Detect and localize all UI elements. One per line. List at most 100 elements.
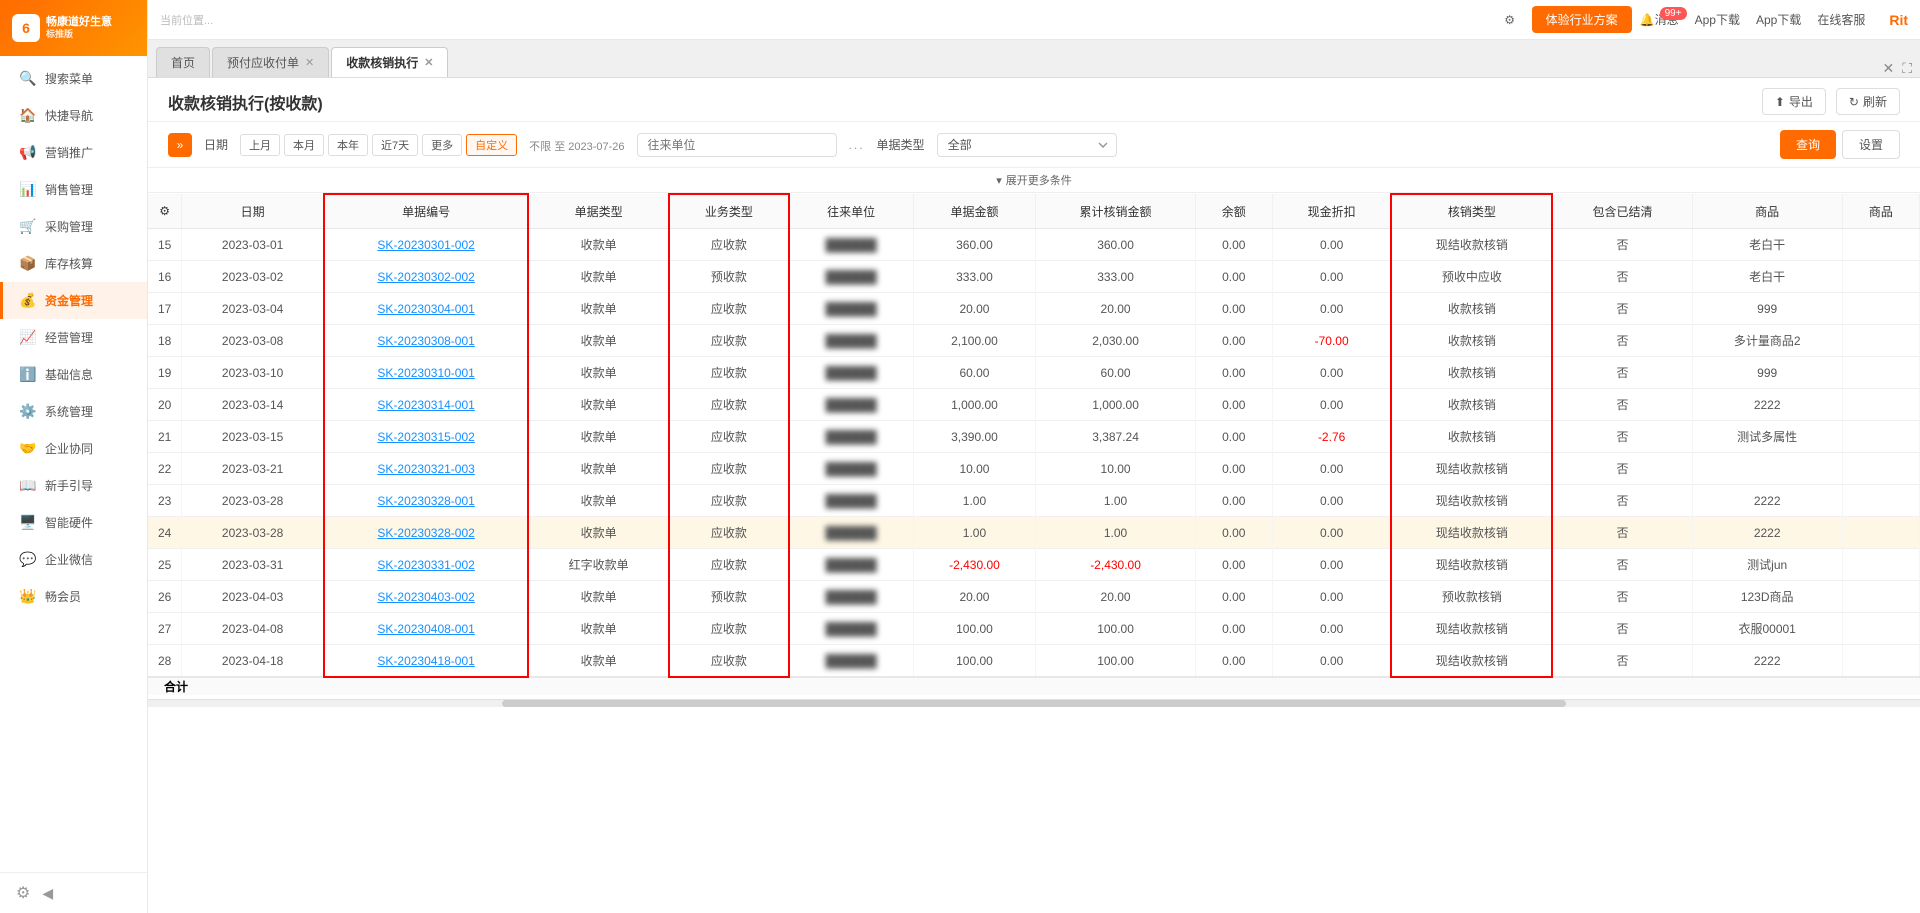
- partner-filter-input[interactable]: [637, 133, 837, 157]
- messages-badge[interactable]: 🔔 消息 99+: [1640, 11, 1679, 28]
- cell-doc-no[interactable]: SK-20230315-002: [324, 421, 529, 453]
- cell-doc-no[interactable]: SK-20230403-002: [324, 581, 529, 613]
- sidebar-item-企业协同[interactable]: 🤝企业协同: [0, 430, 147, 467]
- date-custom-button[interactable]: 自定义: [466, 134, 517, 156]
- cell-doc-no[interactable]: SK-20230408-001: [324, 613, 529, 645]
- cell-doc-no[interactable]: SK-20230314-001: [324, 389, 529, 421]
- date-last-month-button[interactable]: 上月: [240, 134, 280, 156]
- app-download-link[interactable]: App下载: [1695, 11, 1740, 28]
- sidebar-item-icon: 🔍: [19, 70, 37, 87]
- cell-date: 2023-04-08: [182, 613, 324, 645]
- cell-cash-discount: 0.00: [1272, 517, 1391, 549]
- cell-balance: 0.00: [1195, 453, 1272, 485]
- sidebar-item-库存核算[interactable]: 📦库存核算: [0, 245, 147, 282]
- settings-icon[interactable]: ⚙: [16, 883, 30, 903]
- app-download-text[interactable]: App下载: [1756, 11, 1801, 28]
- cell-date: 2023-03-10: [182, 357, 324, 389]
- sidebar-item-快捷导航[interactable]: 🏠快捷导航: [0, 97, 147, 134]
- cell-write-off-type: 现结收款核销: [1391, 645, 1552, 678]
- sidebar-item-新手引导[interactable]: 📖新手引导: [0, 467, 147, 504]
- tab-close-icon[interactable]: ✕: [305, 56, 314, 69]
- sidebar-item-营销推广[interactable]: 📢营销推广: [0, 134, 147, 171]
- table-row[interactable]: 212023-03-15SK-20230315-002收款单应收款██████3…: [148, 421, 1920, 453]
- cell-doc-no[interactable]: SK-20230308-001: [324, 325, 529, 357]
- table-row[interactable]: 172023-03-04SK-20230304-001收款单应收款██████2…: [148, 293, 1920, 325]
- table-row[interactable]: 222023-03-21SK-20230321-003收款单应收款██████1…: [148, 453, 1920, 485]
- receipt-type-select[interactable]: 全部: [937, 133, 1117, 157]
- cell-total-write-off: 10.00: [1036, 453, 1195, 485]
- table-row[interactable]: 242023-03-28SK-20230328-002收款单应收款██████1…: [148, 517, 1920, 549]
- tab-预付应收付单[interactable]: 预付应收付单✕: [212, 47, 329, 77]
- filter-settings-button[interactable]: 设置: [1842, 130, 1900, 159]
- table-row[interactable]: 262023-04-03SK-20230403-002收款单预收款██████2…: [148, 581, 1920, 613]
- cell-product1: 测试jun: [1692, 549, 1842, 581]
- export-button[interactable]: ⬆ 导出: [1762, 88, 1826, 115]
- collapse-icon[interactable]: ◀: [42, 885, 53, 902]
- col-doc-type: 单据类型: [528, 194, 668, 229]
- data-table-container[interactable]: ⚙ 日期 单据编号 单据类型 业务类型 往来单位 单据金额 累计核销金额 余额 …: [148, 193, 1920, 913]
- cell-doc-no[interactable]: SK-20230331-002: [324, 549, 529, 581]
- date-this-month-button[interactable]: 本月: [284, 134, 324, 156]
- table-row[interactable]: 232023-03-28SK-20230328-001收款单应收款██████1…: [148, 485, 1920, 517]
- sidebar-item-企业微信[interactable]: 💬企业微信: [0, 541, 147, 578]
- cell-doc-type: 收款单: [528, 645, 668, 678]
- table-row[interactable]: 202023-03-14SK-20230314-001收款单应收款██████1…: [148, 389, 1920, 421]
- user-name[interactable]: Rit: [1889, 12, 1908, 28]
- sidebar-item-智能硬件[interactable]: 🖥️智能硬件: [0, 504, 147, 541]
- tab-close-icon[interactable]: ✕: [424, 56, 433, 69]
- cell-doc-no[interactable]: SK-20230310-001: [324, 357, 529, 389]
- tab-收款核销执行[interactable]: 收款核销执行✕: [331, 47, 448, 77]
- online-service-link[interactable]: 在线客服: [1817, 11, 1865, 28]
- cell-cash-discount: 0.00: [1272, 485, 1391, 517]
- export-icon: ⬆: [1775, 95, 1785, 109]
- cell-product2: [1842, 613, 1919, 645]
- sidebar-item-搜索菜单[interactable]: 🔍搜索菜单: [0, 60, 147, 97]
- cell-product2: [1842, 517, 1919, 549]
- cell-doc-no[interactable]: SK-20230304-001: [324, 293, 529, 325]
- sidebar-item-销售管理[interactable]: 📊销售管理: [0, 171, 147, 208]
- table-row[interactable]: 282023-04-18SK-20230418-001收款单应收款██████1…: [148, 645, 1920, 678]
- fullscreen-icon[interactable]: ⛶: [1902, 60, 1912, 77]
- sidebar-item-icon: 📦: [19, 255, 37, 272]
- cell-write-off-type: 现结收款核销: [1391, 613, 1552, 645]
- table-row[interactable]: 182023-03-08SK-20230308-001收款单应收款██████2…: [148, 325, 1920, 357]
- table-row[interactable]: 272023-04-08SK-20230408-001收款单应收款██████1…: [148, 613, 1920, 645]
- cell-product1: 2222: [1692, 517, 1842, 549]
- sidebar-item-采购管理[interactable]: 🛒采购管理: [0, 208, 147, 245]
- cell-doc-no[interactable]: SK-20230302-002: [324, 261, 529, 293]
- col-gear[interactable]: ⚙: [148, 194, 182, 229]
- refresh-button[interactable]: ↻ 刷新: [1836, 88, 1900, 115]
- cell-doc-no[interactable]: SK-20230301-002: [324, 229, 529, 261]
- query-button[interactable]: 查询: [1780, 130, 1836, 159]
- cell-doc-type: 收款单: [528, 325, 668, 357]
- cell-doc-no[interactable]: SK-20230328-002: [324, 517, 529, 549]
- cell-doc-no[interactable]: SK-20230418-001: [324, 645, 529, 678]
- sidebar-item-经营管理[interactable]: 📈经营管理: [0, 319, 147, 356]
- table-row[interactable]: 192023-03-10SK-20230310-001收款单应收款██████6…: [148, 357, 1920, 389]
- close-all-icon[interactable]: ✕: [1882, 60, 1894, 77]
- cell-doc-no[interactable]: SK-20230328-001: [324, 485, 529, 517]
- filter-toggle-button[interactable]: »: [168, 133, 192, 157]
- tab-首页[interactable]: 首页: [156, 47, 210, 77]
- sidebar-item-基础信息[interactable]: ℹ️基础信息: [0, 356, 147, 393]
- sidebar-item-资金管理[interactable]: 💰资金管理: [0, 282, 147, 319]
- expand-more-button[interactable]: ▾ 展开更多条件: [148, 168, 1920, 193]
- table-row[interactable]: 162023-03-02SK-20230302-002收款单预收款██████3…: [148, 261, 1920, 293]
- scrollbar-thumb[interactable]: [502, 700, 1565, 707]
- cell-balance: 0.00: [1195, 389, 1272, 421]
- table-row[interactable]: 252023-03-31SK-20230331-002红字收款单应收款█████…: [148, 549, 1920, 581]
- table-row[interactable]: 152023-03-01SK-20230301-002收款单应收款██████3…: [148, 229, 1920, 261]
- sidebar-item-畅会员[interactable]: 👑畅会员: [0, 578, 147, 615]
- date-this-year-button[interactable]: 本年: [328, 134, 368, 156]
- topbar-settings-icon[interactable]: ⚙: [1496, 6, 1524, 34]
- date-more-button[interactable]: 更多: [422, 134, 462, 156]
- sidebar-item-label: 资金管理: [45, 292, 93, 309]
- cell-cash-discount: 0.00: [1272, 261, 1391, 293]
- table-scrollbar[interactable]: [148, 699, 1920, 707]
- industry-solution-button[interactable]: 体验行业方案: [1532, 6, 1632, 33]
- page-title: 收款核销执行(按收款): [168, 90, 323, 114]
- cell-doc-no[interactable]: SK-20230321-003: [324, 453, 529, 485]
- date-last-7days-button[interactable]: 近7天: [372, 134, 418, 156]
- sidebar-item-系统管理[interactable]: ⚙️系统管理: [0, 393, 147, 430]
- cell-num: 21: [148, 421, 182, 453]
